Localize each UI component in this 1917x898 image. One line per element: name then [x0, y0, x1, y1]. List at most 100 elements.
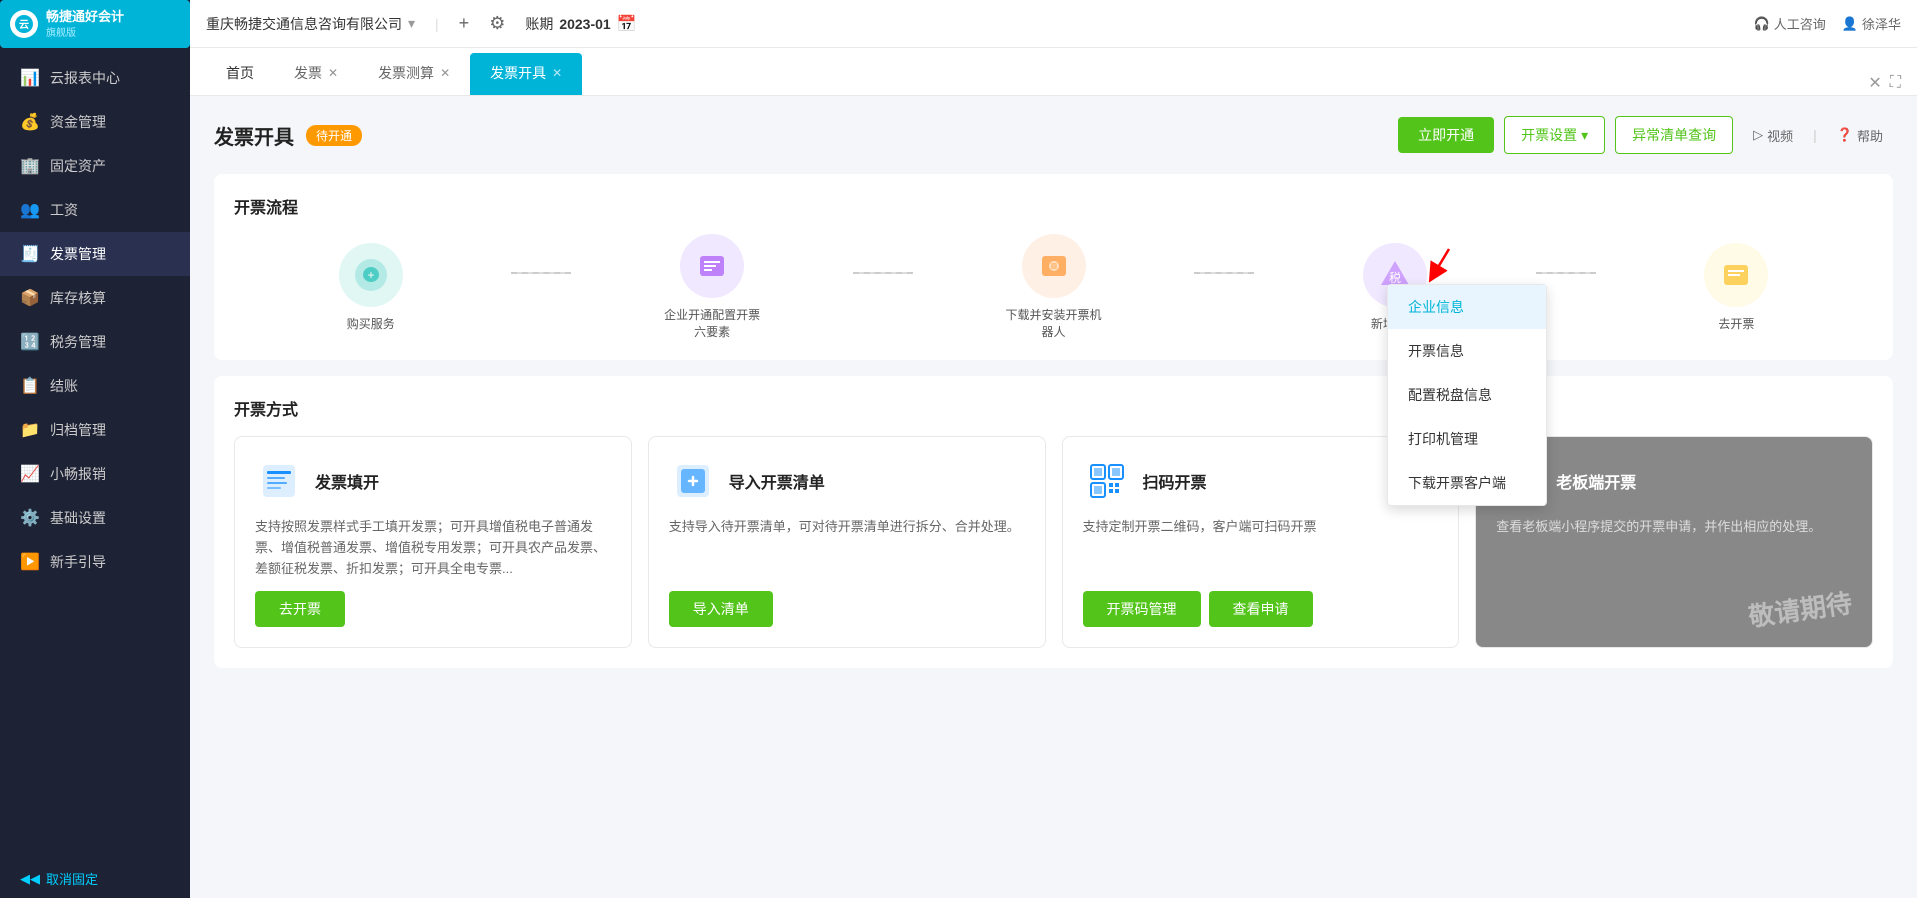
sidebar-item-jiezhang[interactable]: 📋 结账	[0, 364, 190, 408]
method-btn-0[interactable]: 去开票	[255, 591, 345, 627]
settings-btn[interactable]: 开票设置 ▾	[1504, 116, 1605, 154]
dropdown-item-0[interactable]: 企业信息	[1388, 285, 1546, 329]
step-5-icon	[1704, 243, 1768, 307]
sidebar-label-7: 结账	[50, 376, 78, 396]
sidebar-item-xiaochang[interactable]: 📈 小畅报销	[0, 452, 190, 496]
video-label: 视频	[1767, 126, 1793, 145]
page-header: 发票开具 待开通 立即开通 开票设置 ▾ 异常清单查询 ▷ 视频	[214, 116, 1893, 154]
cancel-pin-btn[interactable]: ◀◀ 取消固定	[0, 859, 190, 898]
close-tab-icon[interactable]: ✕	[1868, 73, 1881, 93]
sidebar-item-xinshou[interactable]: ▶️ 新手引导	[0, 540, 190, 584]
sidebar-label-2: 固定资产	[50, 156, 106, 176]
sidebar-item-jichushezhi[interactable]: ⚙️ 基础设置	[0, 496, 190, 540]
sidebar-item-fapiao[interactable]: 🧾 发票管理	[0, 232, 190, 276]
method-card-0: 发票填开 支持按照发票样式手工填开发票；可开具增值税电子普通发票、增值税普通发票…	[234, 436, 632, 648]
settings-icon[interactable]: ⚙	[489, 13, 505, 34]
step-2: 企业开通配置开票六要素	[575, 234, 848, 340]
sidebar-item-zijin[interactable]: 💰 资金管理	[0, 100, 190, 144]
dropdown-item-1[interactable]: 开票信息	[1388, 329, 1546, 373]
sidebar-item-guidang[interactable]: 📁 归档管理	[0, 408, 190, 452]
step-1-icon: +	[339, 243, 403, 307]
nav-separator: |	[435, 16, 439, 32]
step-3: ≡ 下载并安装开票机器人	[917, 234, 1190, 340]
pin-icon: ◀◀	[20, 871, 40, 887]
main-layout: 📊 云报表中心 💰 资金管理 🏢 固定资产 👥 工资 🧾 发票管理 📦	[0, 48, 1917, 898]
help-btn[interactable]: ❓ 帮助	[1827, 118, 1893, 153]
connector-2	[849, 272, 917, 274]
expand-icon[interactable]: ⛶	[1890, 74, 1901, 92]
settings-label: 开票设置	[1521, 125, 1577, 145]
add-icon[interactable]: +	[459, 13, 470, 34]
tab-fapiaocesuan-close[interactable]: ✕	[440, 66, 450, 80]
archive-icon: 📁	[20, 420, 40, 440]
connector-1	[507, 272, 575, 274]
sidebar-item-gongzi[interactable]: 👥 工资	[0, 188, 190, 232]
sidebar-label-3: 工资	[50, 200, 78, 220]
sidebar-label-8: 归档管理	[50, 420, 106, 440]
page-title-area: 发票开具 待开通	[214, 121, 362, 150]
method-card-1: 导入开票清单 支持导入待开票清单，可对待开票清单进行拆分、合并处理。 导入清单	[648, 436, 1046, 648]
method-btn-2b[interactable]: 查看申请	[1209, 591, 1313, 627]
step-3-label: 下载并安装开票机器人	[1004, 306, 1104, 340]
dropdown-item-3[interactable]: 打印机管理	[1388, 417, 1546, 461]
chevron-down-icon: ▾	[1581, 127, 1588, 144]
customer-service-btn[interactable]: 🎧 人工咨询	[1754, 14, 1826, 33]
tab-fapiaokaju-close[interactable]: ✕	[552, 66, 562, 80]
help-label: 帮助	[1857, 126, 1883, 145]
calendar-icon[interactable]: 📅	[617, 14, 637, 34]
logo-area[interactable]: 云 畅捷通好会计 旗舰版	[0, 0, 190, 48]
method-desc-2: 支持定制开票二维码，客户端可扫码开票	[1083, 517, 1439, 579]
people-icon: 👥	[20, 200, 40, 220]
activate-btn[interactable]: 立即开通	[1398, 117, 1494, 153]
sidebar-item-kucun[interactable]: 📦 库存核算	[0, 276, 190, 320]
method-icon-0	[255, 457, 303, 505]
building-icon: 🏢	[20, 156, 40, 176]
sidebar-label-10: 基础设置	[50, 508, 106, 528]
step-5: 去开票	[1600, 243, 1873, 332]
headset-icon: 🎧	[1754, 16, 1770, 32]
invoice-icon: 🧾	[20, 244, 40, 264]
tab-home-label: 首页	[226, 63, 254, 83]
step-1-label: 购买服务	[347, 315, 395, 332]
flow-title: 开票流程	[234, 194, 1873, 218]
ledger-icon: 📋	[20, 376, 40, 396]
period-value: 2023-01	[559, 16, 610, 32]
method-btn-1[interactable]: 导入清单	[669, 591, 773, 627]
method-icon-2	[1083, 457, 1131, 505]
help-circle-icon: ❓	[1837, 127, 1853, 143]
customer-service-label: 人工咨询	[1774, 14, 1826, 33]
method-cards: 发票填开 支持按照发票样式手工填开发票；可开具增值税电子普通发票、增值税普通发票…	[234, 436, 1873, 648]
sidebar-item-yunbaobiao[interactable]: 📊 云报表中心	[0, 56, 190, 100]
sidebar-label-4: 发票管理	[50, 244, 106, 264]
play-icon: ▶️	[20, 552, 40, 572]
abnormal-btn[interactable]: 异常清单查询	[1615, 116, 1733, 154]
dropdown-item-4[interactable]: 下载开票客户端	[1388, 461, 1546, 505]
sidebar-item-gudingzichan[interactable]: 🏢 固定资产	[0, 144, 190, 188]
tab-home[interactable]: 首页	[206, 53, 274, 95]
dropdown-item-2[interactable]: 配置税盘信息	[1388, 373, 1546, 417]
video-btn[interactable]: ▷ 视频	[1743, 118, 1803, 153]
box-icon: 📦	[20, 288, 40, 308]
method-title-2: 扫码开票	[1143, 469, 1207, 493]
user-btn[interactable]: 👤 徐泽华	[1842, 14, 1901, 33]
tab-fapiaokaju-label: 发票开具	[490, 63, 546, 83]
method-header-3: 老板端开票	[1496, 457, 1852, 505]
tab-bar: 首页 发票 ✕ 发票测算 ✕ 发票开具 ✕ ✕ ⛶	[190, 48, 1917, 96]
flow-section: 开票流程 + 购买服务	[214, 174, 1893, 360]
company-selector[interactable]: 重庆畅捷交通信息咨询有限公司 ▾	[206, 14, 415, 34]
cancel-pin-label: 取消固定	[46, 869, 98, 888]
logo-icon: 云	[10, 10, 38, 38]
method-btn-2a[interactable]: 开票码管理	[1083, 591, 1201, 627]
tab-fapiao-close[interactable]: ✕	[328, 66, 338, 80]
user-icon: 👤	[1842, 16, 1858, 32]
tab-fapiaocesuan[interactable]: 发票测算 ✕	[358, 53, 470, 95]
method-header-1: 导入开票清单	[669, 457, 1025, 505]
divider-help: |	[1813, 127, 1817, 143]
tab-fapiaokaju[interactable]: 发票开具 ✕	[470, 53, 582, 95]
dropdown-menu[interactable]: 企业信息 开票信息 配置税盘信息 打印机管理 下载开票客户端	[1387, 284, 1547, 506]
tab-fapiao[interactable]: 发票 ✕	[274, 53, 358, 95]
connector-3	[1190, 272, 1258, 274]
sidebar-label-11: 新手引导	[50, 552, 106, 572]
tab-fapiaocesuan-label: 发票测算	[378, 63, 434, 83]
sidebar-item-shuiwu[interactable]: 🔢 税务管理	[0, 320, 190, 364]
